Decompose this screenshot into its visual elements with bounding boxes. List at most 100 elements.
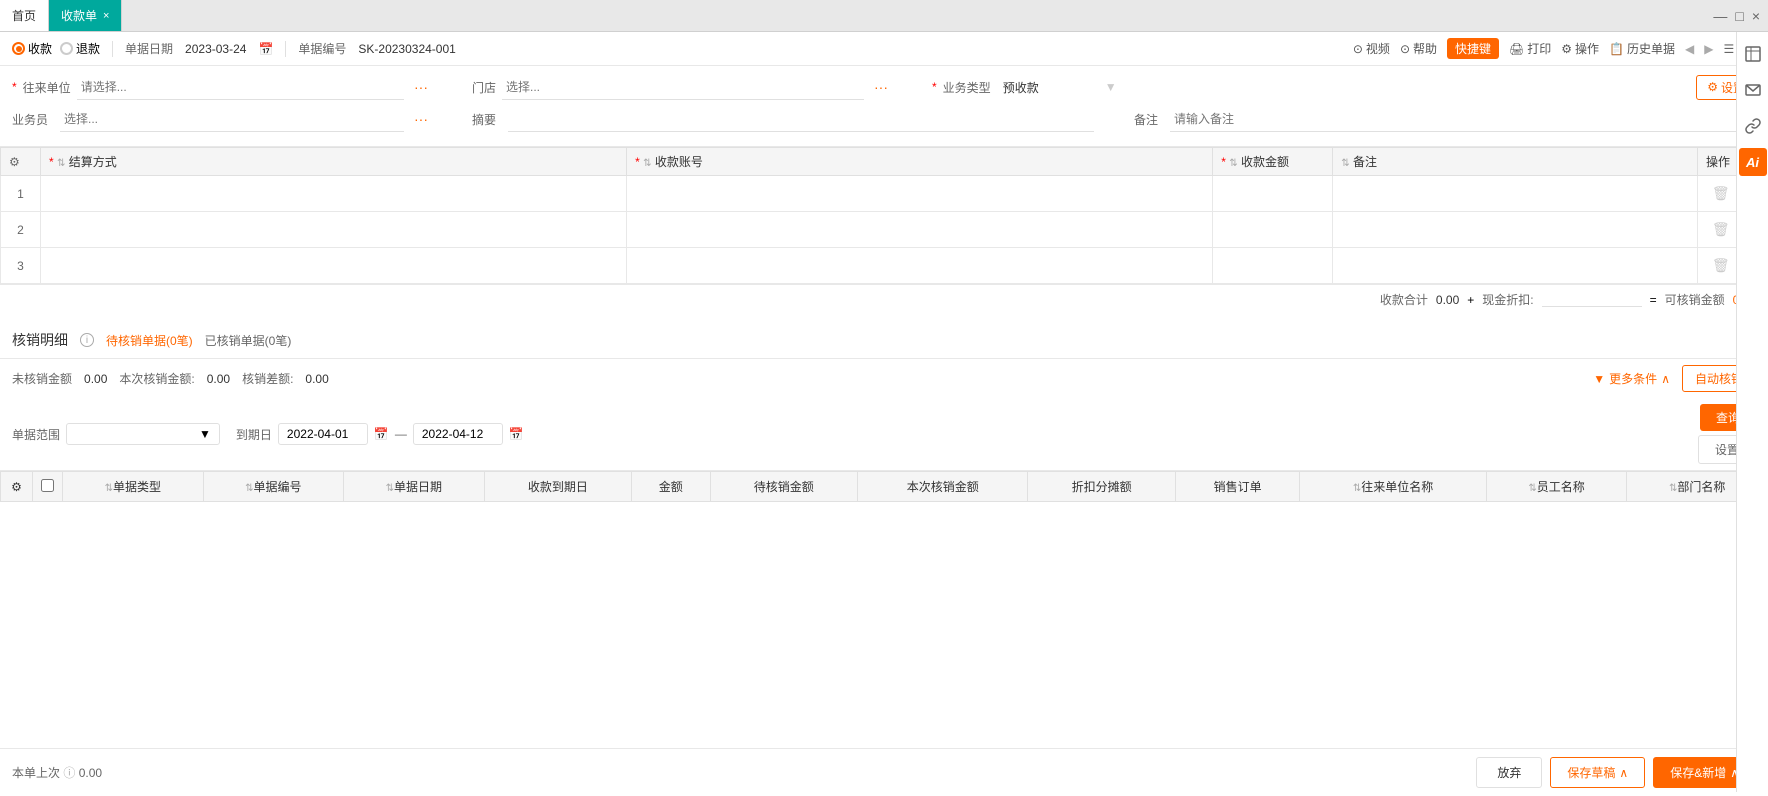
- row-num-3: 3: [1, 248, 41, 284]
- pending-link[interactable]: 待核销单据(0笔): [106, 332, 193, 349]
- discount-input[interactable]: [1542, 292, 1642, 307]
- tab-receipt-close[interactable]: ×: [103, 10, 109, 22]
- summary-input[interactable]: [508, 106, 1094, 132]
- table-row: 3 🗑 📋: [1, 248, 1768, 284]
- date-label: 到期日: [236, 426, 272, 443]
- calendar-icon[interactable]: 📅: [258, 42, 273, 56]
- video-btn[interactable]: ⊙ 视频: [1353, 40, 1390, 57]
- operate-btn[interactable]: ⚙ 操作: [1561, 40, 1599, 57]
- sidebar-link-icon[interactable]: [1739, 112, 1767, 140]
- detail-gear-icon[interactable]: ⚙: [11, 480, 22, 494]
- row-1-amount[interactable]: [1213, 176, 1333, 212]
- row-2-remark[interactable]: [1333, 212, 1698, 248]
- sidebar-table-icon[interactable]: [1739, 40, 1767, 68]
- radio-tuikuan-dot: [60, 42, 73, 55]
- shop-input[interactable]: [502, 74, 864, 100]
- row-3-settlement[interactable]: [41, 248, 627, 284]
- cal-from-icon[interactable]: 📅: [374, 427, 389, 441]
- bottom-info-icon[interactable]: ⓘ: [63, 766, 75, 780]
- row-1-remark[interactable]: [1333, 176, 1698, 212]
- window-close-btn[interactable]: ×: [1752, 8, 1760, 24]
- shortcut-btn[interactable]: 快捷键: [1447, 38, 1499, 59]
- filter-icon: ▼: [1593, 372, 1605, 386]
- discount-label: 现金折扣:: [1482, 291, 1533, 308]
- sidebar-mail-icon[interactable]: [1739, 76, 1767, 104]
- history-btn[interactable]: 📋 历史单据: [1609, 40, 1675, 57]
- detail-table-wrapper: ⚙ ⇅单据类型 ⇅单据编号 ⇅单据日期: [0, 471, 1768, 748]
- chevron-up-icon: ∧: [1661, 372, 1670, 386]
- section-header: 核销明细 i 待核销单据(0笔) 已核销单据(0笔): [0, 322, 1768, 359]
- completed-link[interactable]: 已核销单据(0笔): [205, 332, 292, 349]
- table-row: 1 🗑 📋: [1, 176, 1768, 212]
- radio-tuikuan-label: 退款: [76, 40, 100, 57]
- range-select[interactable]: ▼: [66, 423, 220, 445]
- search-filter-row: 单据范围 ▼ 到期日 📅 — 📅 查询 设置: [0, 398, 1768, 471]
- row-2-amount[interactable]: [1213, 212, 1333, 248]
- th-checkbox: [33, 472, 63, 502]
- staff-ellipsis-btn[interactable]: ···: [410, 111, 432, 127]
- remark-input[interactable]: [1170, 106, 1756, 132]
- current-label: 本次核销金额:: [119, 370, 194, 387]
- table-gear-icon[interactable]: ⚙: [9, 155, 20, 169]
- help-btn[interactable]: ⊙ 帮助: [1400, 40, 1437, 57]
- th-account-label: 收款账号: [655, 155, 703, 169]
- row-3-amount[interactable]: [1213, 248, 1333, 284]
- type-value: 预收款: [1003, 79, 1039, 96]
- save-draft-btn[interactable]: 保存草稿 ∧: [1550, 757, 1645, 788]
- tab-home[interactable]: 首页: [0, 0, 49, 31]
- row-1-delete-icon[interactable]: 🗑: [1712, 185, 1730, 202]
- partner-input[interactable]: [77, 74, 404, 100]
- next-icon[interactable]: ▶: [1704, 42, 1713, 56]
- radio-shoukuan[interactable]: 收款: [12, 40, 52, 57]
- type-required: *: [932, 80, 937, 94]
- window-min-btn[interactable]: —: [1713, 8, 1727, 24]
- bottom-info: 本单上次 ⓘ 0.00: [12, 764, 102, 781]
- shop-ellipsis-btn[interactable]: ···: [870, 79, 892, 95]
- row-1-account[interactable]: [627, 176, 1213, 212]
- cal-to-icon[interactable]: 📅: [509, 427, 524, 441]
- toolbar-divider-2: [285, 41, 286, 57]
- print-btn[interactable]: 🖨 打印: [1509, 40, 1551, 57]
- toolbar-right: ⊙ 视频 ⊙ 帮助 快捷键 🖨 打印 ⚙ 操作 📋 历史单据 ◀ ▶ ☰ ⊞: [1353, 38, 1756, 59]
- th-gear-detail: ⚙: [1, 472, 33, 502]
- row-2-account[interactable]: [627, 212, 1213, 248]
- sum-equals: =: [1650, 293, 1657, 307]
- staff-input[interactable]: [60, 106, 404, 132]
- th-sales-order: 销售订单: [1175, 472, 1299, 502]
- radio-group: 收款 退款: [12, 40, 100, 57]
- row-1-settlement[interactable]: [41, 176, 627, 212]
- partner-ellipsis-btn[interactable]: ···: [410, 79, 432, 95]
- type-label-text: 业务类型: [943, 79, 991, 96]
- prev-icon[interactable]: ◀: [1685, 42, 1694, 56]
- sidebar-ai-icon[interactable]: Ai: [1739, 148, 1767, 176]
- form-row-1: * 往来单位 ··· 门店 ··· * 业务类型 预收款 ▼ ⚙ 设置: [12, 74, 1756, 100]
- save-draft-arrow-icon[interactable]: ∧: [1619, 766, 1628, 780]
- row-3-delete-icon[interactable]: 🗑: [1712, 257, 1730, 274]
- date-value: 2023-03-24: [185, 42, 246, 56]
- th-doc-type: ⇅单据类型: [63, 472, 204, 502]
- window-max-btn[interactable]: □: [1735, 8, 1743, 24]
- form-area: * 往来单位 ··· 门店 ··· * 业务类型 预收款 ▼ ⚙ 设置: [0, 66, 1768, 147]
- tab-receipt[interactable]: 收款单 ×: [49, 0, 122, 31]
- row-3-remark[interactable]: [1333, 248, 1698, 284]
- date-to-input[interactable]: [413, 423, 503, 445]
- filter-row: 未核销金额 0.00 本次核销金额: 0.00 核销差额: 0.00 ▼ 更多条…: [0, 359, 1768, 398]
- table-wrapper: ⚙ ⇅ 结算方式 ⇅ 收款账号 ⇅ 收款金额: [0, 147, 1768, 284]
- abandon-btn[interactable]: 放弃: [1476, 757, 1542, 788]
- info-icon[interactable]: i: [80, 333, 94, 347]
- row-2-delete-icon[interactable]: 🗑: [1712, 221, 1730, 238]
- date-from-input[interactable]: [278, 423, 368, 445]
- radio-tuikuan[interactable]: 退款: [60, 40, 100, 57]
- partner-label-text: 往来单位: [23, 79, 71, 96]
- remark-label-text: 备注: [1134, 111, 1158, 128]
- menu-icon[interactable]: ☰: [1724, 42, 1735, 56]
- staff-field: 业务员 ···: [12, 106, 432, 132]
- section-title: 核销明细: [12, 330, 68, 350]
- row-3-account[interactable]: [627, 248, 1213, 284]
- diff-label: 核销差额:: [242, 370, 293, 387]
- type-dropdown-arrow[interactable]: ▼: [1105, 80, 1117, 94]
- select-all-checkbox[interactable]: [41, 479, 54, 492]
- radio-shoukuan-label: 收款: [28, 40, 52, 57]
- row-2-settlement[interactable]: [41, 212, 627, 248]
- more-conditions-btn[interactable]: ▼ 更多条件 ∧: [1593, 370, 1670, 387]
